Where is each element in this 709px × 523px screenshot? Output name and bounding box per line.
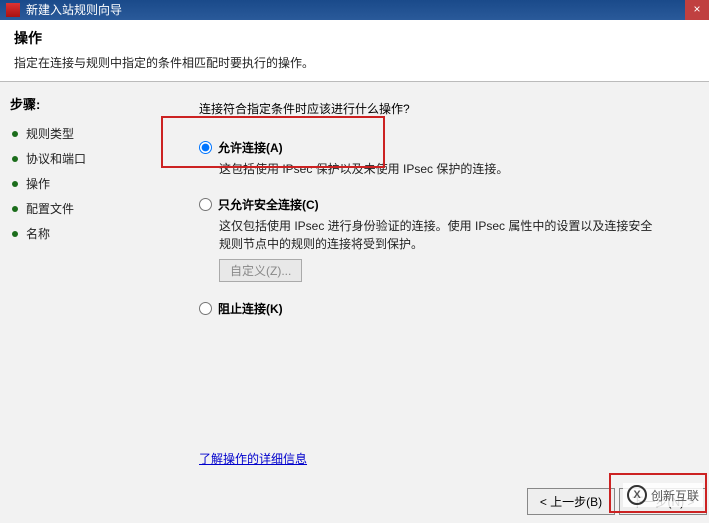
- customize-button: 自定义(Z)...: [219, 259, 302, 282]
- step-label: 操作: [26, 175, 50, 192]
- main-content: 连接符合指定条件时应该进行什么操作? 允许连接(A) 这包括使用 IPsec 保…: [175, 82, 709, 523]
- steps-heading: 步骤:: [10, 94, 165, 113]
- wizard-header: 操作 指定在连接与规则中指定的条件相匹配时要执行的操作。: [0, 20, 709, 82]
- watermark: X 创新互联: [623, 483, 703, 507]
- option-label: 允许连接(A): [218, 139, 283, 156]
- window-title: 新建入站规则向导: [26, 0, 122, 20]
- sidebar-step-name[interactable]: 名称: [10, 221, 165, 246]
- option-description: 这仅包括使用 IPsec 进行身份验证的连接。使用 IPsec 属性中的设置以及…: [219, 217, 659, 253]
- option-row[interactable]: 只允许安全连接(C): [199, 196, 689, 213]
- option-description: 这包括使用 IPsec 保护以及未使用 IPsec 保护的连接。: [219, 160, 659, 178]
- radio-block[interactable]: [199, 302, 212, 315]
- step-label: 名称: [26, 225, 50, 242]
- page-description: 指定在连接与规则中指定的条件相匹配时要执行的操作。: [14, 54, 695, 71]
- sidebar-step-rule-type[interactable]: 规则类型: [10, 121, 165, 146]
- sidebar: 步骤: 规则类型 协议和端口 操作 配置文件 名称: [0, 82, 175, 523]
- sidebar-step-protocol-port[interactable]: 协议和端口: [10, 146, 165, 171]
- action-question: 连接符合指定条件时应该进行什么操作?: [199, 100, 689, 117]
- sidebar-step-profile[interactable]: 配置文件: [10, 196, 165, 221]
- sidebar-step-action[interactable]: 操作: [10, 171, 165, 196]
- option-block-connection: 阻止连接(K): [199, 300, 689, 317]
- option-row[interactable]: 阻止连接(K): [199, 300, 689, 317]
- step-bullet-icon: [12, 181, 18, 187]
- step-bullet-icon: [12, 231, 18, 237]
- titlebar: 新建入站规则向导 ×: [0, 0, 709, 20]
- step-label: 配置文件: [26, 200, 74, 217]
- wizard-body: 步骤: 规则类型 协议和端口 操作 配置文件 名称 连接符合指定条件时应该进行什…: [0, 82, 709, 523]
- option-allow-connection: 允许连接(A) 这包括使用 IPsec 保护以及未使用 IPsec 保护的连接。: [199, 139, 689, 178]
- option-row[interactable]: 允许连接(A): [199, 139, 689, 156]
- close-button[interactable]: ×: [685, 0, 709, 20]
- step-label: 规则类型: [26, 125, 74, 142]
- watermark-text: 创新互联: [651, 487, 699, 504]
- step-label: 协议和端口: [26, 150, 86, 167]
- page-title: 操作: [14, 28, 695, 48]
- option-allow-secure: 只允许安全连接(C) 这仅包括使用 IPsec 进行身份验证的连接。使用 IPs…: [199, 196, 689, 282]
- option-label: 只允许安全连接(C): [218, 196, 319, 213]
- step-bullet-icon: [12, 206, 18, 212]
- action-options: 允许连接(A) 这包括使用 IPsec 保护以及未使用 IPsec 保护的连接。…: [199, 139, 689, 317]
- radio-allow[interactable]: [199, 141, 212, 154]
- step-bullet-icon: [12, 156, 18, 162]
- radio-allow-secure[interactable]: [199, 198, 212, 211]
- back-button[interactable]: < 上一步(B): [527, 488, 615, 515]
- watermark-logo-icon: X: [627, 485, 647, 505]
- option-label: 阻止连接(K): [218, 300, 283, 317]
- app-icon: [6, 3, 20, 17]
- step-bullet-icon: [12, 131, 18, 137]
- learn-more-link[interactable]: 了解操作的详细信息: [199, 450, 307, 467]
